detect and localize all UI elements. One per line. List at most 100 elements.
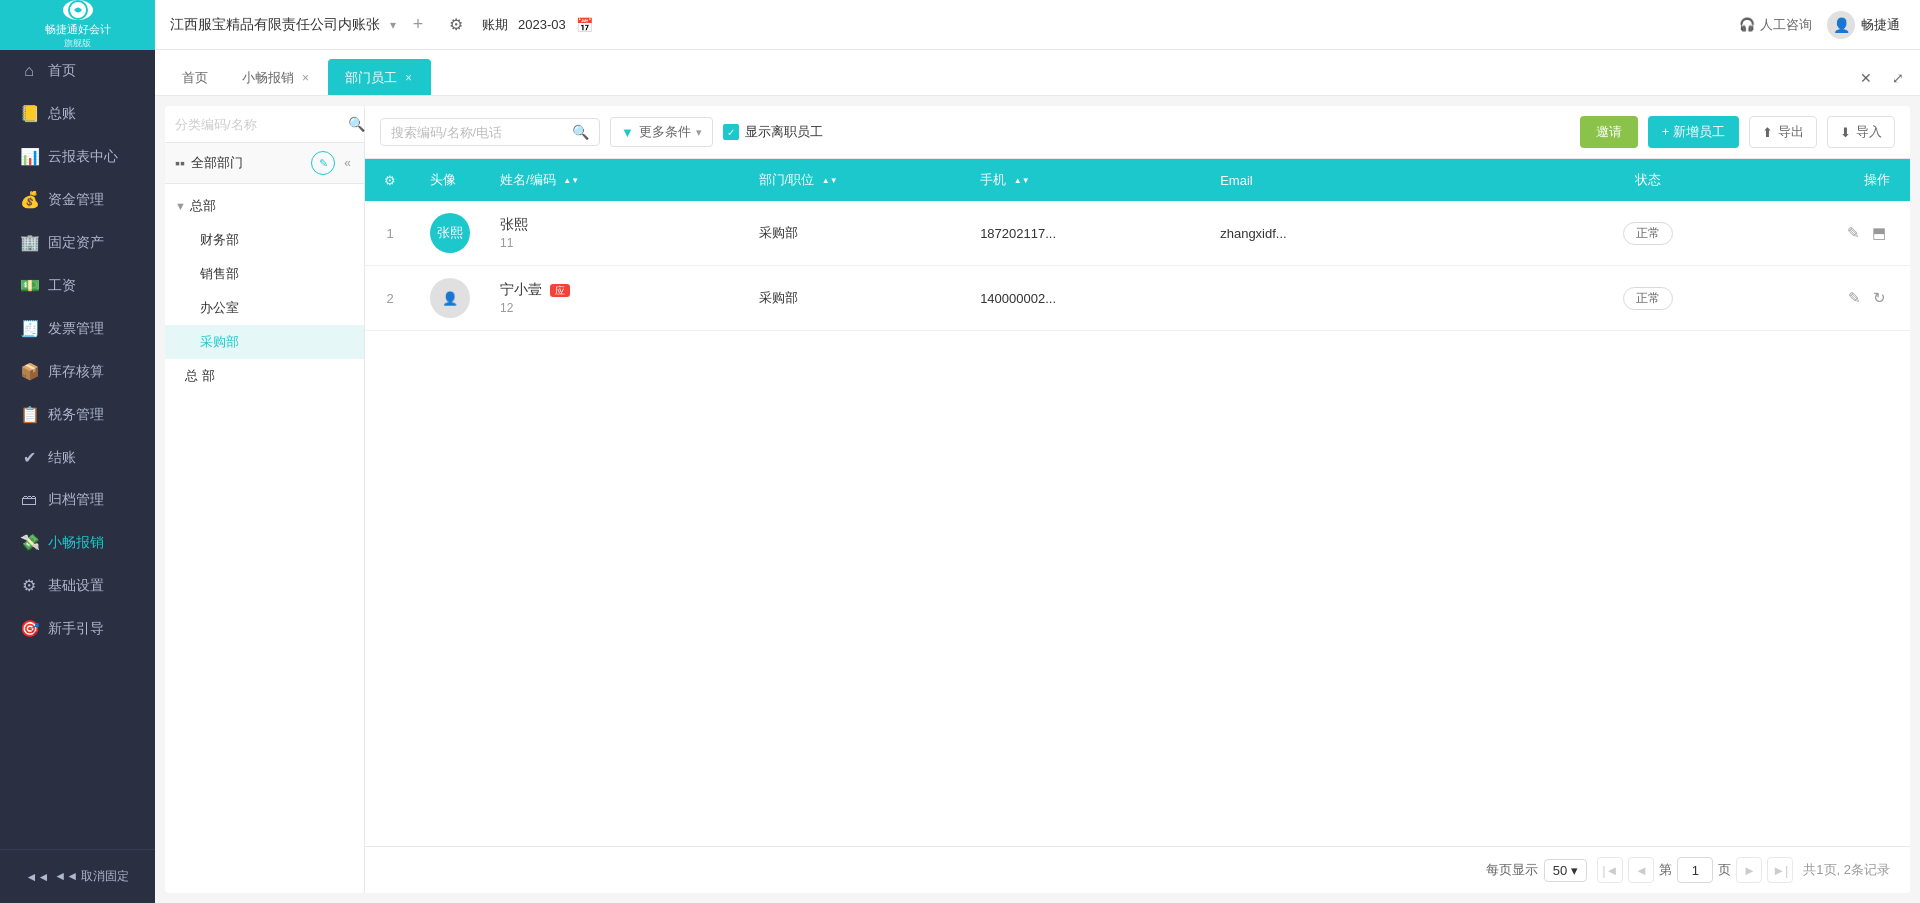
employee-name-text-2: 宁小壹 xyxy=(500,281,542,297)
close-tab-button[interactable]: ✕ xyxy=(1854,66,1878,90)
tab-dept-employees[interactable]: 部门员工 × xyxy=(328,59,431,95)
sidebar-item-payroll[interactable]: 💵 工资 xyxy=(0,264,155,307)
total-records: 共1页, 2条记录 xyxy=(1803,861,1890,879)
sidebar-item-invoice[interactable]: 🧾 发票管理 xyxy=(0,307,155,350)
tab-close-xiaochang[interactable]: × xyxy=(300,71,311,85)
prev-page-button[interactable]: ◄ xyxy=(1628,857,1654,883)
content-area: 首页 小畅报销 × 部门员工 × ✕ ⤢ 🔍 xyxy=(155,50,1920,903)
sidebar: ⌂ 首页 📒 总账 📊 云报表中心 💰 资金管理 🏢 固定资产 💵 工资 xyxy=(0,50,155,903)
th-avatar: 头像 xyxy=(415,159,485,201)
dept-node-office[interactable]: 办公室 xyxy=(165,291,364,325)
per-page-dropdown[interactable]: 50 ▾ xyxy=(1544,859,1587,882)
next-page-button[interactable]: ► xyxy=(1736,857,1762,883)
dept-node-finance[interactable]: 财务部 xyxy=(165,223,364,257)
sidebar-item-reports[interactable]: 📊 云报表中心 xyxy=(0,135,155,178)
user-info[interactable]: 👤 畅捷通 xyxy=(1827,11,1900,39)
sidebar-item-general-ledger[interactable]: 📒 总账 xyxy=(0,92,155,135)
sidebar-item-archive[interactable]: 🗃 归档管理 xyxy=(0,479,155,521)
th-phone[interactable]: 手机 ▲▼ xyxy=(965,159,1205,201)
th-settings[interactable]: ⚙ xyxy=(365,159,415,201)
calendar-icon[interactable]: 📅 xyxy=(576,17,593,33)
sidebar-item-guide[interactable]: 🎯 新手引导 xyxy=(0,607,155,650)
employee-badge-2: 应 xyxy=(550,284,570,297)
settings-icon[interactable]: ⚙ xyxy=(440,9,472,41)
th-dept[interactable]: 部门/职位 ▲▼ xyxy=(744,159,966,201)
header-right: 🎧 人工咨询 👤 畅捷通 xyxy=(1739,11,1920,39)
sidebar-scroll: ⌂ 首页 📒 总账 📊 云报表中心 💰 资金管理 🏢 固定资产 💵 工资 xyxy=(0,50,155,849)
dept-search-input[interactable] xyxy=(175,117,343,132)
sidebar-item-settings[interactable]: ⚙ 基础设置 xyxy=(0,564,155,607)
search-input[interactable] xyxy=(391,125,566,140)
sidebar-item-xiaochang[interactable]: 💸 小畅报销 xyxy=(0,521,155,564)
user-avatar: 👤 xyxy=(1827,11,1855,39)
dept-search: 🔍 xyxy=(165,106,364,143)
show-resigned-checkbox[interactable]: ✓ 显示离职员工 xyxy=(723,123,823,141)
sidebar-item-fixed-assets[interactable]: 🏢 固定资产 xyxy=(0,221,155,264)
per-page-selector: 每页显示 50 ▾ xyxy=(1486,859,1587,882)
filter-button[interactable]: ▼ 更多条件 ▾ xyxy=(610,117,713,147)
dept-collapse-button[interactable]: « xyxy=(341,156,354,170)
dept-node-purchase[interactable]: 采购部 xyxy=(165,325,364,359)
last-page-button[interactable]: ►| xyxy=(1767,857,1793,883)
add-employee-button[interactable]: + 新增员工 xyxy=(1648,116,1739,148)
sort-name-icon: ▲▼ xyxy=(563,177,579,185)
search-box[interactable]: 🔍 xyxy=(380,118,600,146)
refresh-button-2[interactable]: ↻ xyxy=(1869,289,1890,306)
logo-text: 畅捷通好会计 xyxy=(45,22,111,37)
logo-sub: 旗舰版 xyxy=(64,37,91,50)
first-page-button[interactable]: |◄ xyxy=(1597,857,1623,883)
dept-node-label-office: 办公室 xyxy=(200,299,239,317)
export-label: 导出 xyxy=(1778,123,1804,141)
employee-table-container: ⚙ 头像 姓名/编码 ▲▼ 部门/职位 xyxy=(365,159,1910,846)
import-button[interactable]: ⬇ 导入 xyxy=(1827,116,1895,148)
add-employee-label: + 新增员工 xyxy=(1662,123,1725,141)
avatar-icon-2: 👤 xyxy=(442,291,458,306)
show-resigned-label: 显示离职员工 xyxy=(745,123,823,141)
avatar-icon: 👤 xyxy=(1833,17,1850,33)
sidebar-item-checkout[interactable]: ✔ 结账 xyxy=(0,436,155,479)
th-name-code[interactable]: 姓名/编码 ▲▼ xyxy=(485,159,744,201)
per-page-value: 50 xyxy=(1553,863,1567,878)
settings-sidebar-icon: ⚙ xyxy=(20,576,38,595)
edit-button-1[interactable]: ✎ xyxy=(1843,224,1864,241)
dept-node-general-hq[interactable]: 总 部 xyxy=(165,359,364,393)
dept-edit-button[interactable]: ✎ xyxy=(311,151,335,175)
logout-button-1[interactable]: ⬒ xyxy=(1868,224,1890,241)
sidebar-label-settings: 基础设置 xyxy=(48,577,104,595)
add-tab-button[interactable]: + xyxy=(406,13,430,37)
tab-home[interactable]: 首页 xyxy=(165,59,225,95)
sidebar-item-home[interactable]: ⌂ 首页 xyxy=(0,50,155,92)
avatar-2: 👤 xyxy=(430,278,470,318)
edit-button-2[interactable]: ✎ xyxy=(1844,289,1865,306)
expand-tab-button[interactable]: ⤢ xyxy=(1886,66,1910,90)
dropdown-arrow-icon[interactable]: ▾ xyxy=(390,18,396,32)
dept-node-label-sales: 销售部 xyxy=(200,265,239,283)
employee-name-2: 宁小壹 应 xyxy=(500,281,729,299)
sidebar-label-checkout: 结账 xyxy=(48,449,76,467)
dept-node-headquarters[interactable]: ▼ 总部 xyxy=(165,189,364,223)
customer-service-button[interactable]: 🎧 人工咨询 xyxy=(1739,16,1812,34)
dept-node-sales[interactable]: 销售部 xyxy=(165,257,364,291)
dept-all-label[interactable]: 全部部门 xyxy=(191,154,305,172)
export-button[interactable]: ⬆ 导出 xyxy=(1749,116,1817,148)
filter-icon: ▼ xyxy=(621,125,634,140)
td-email-2 xyxy=(1205,266,1537,331)
td-name-1: 张熙 11 xyxy=(485,201,744,266)
header-company: 江西服宝精品有限责任公司内账张 ▾ + ⚙ 账期 2023-03 📅 xyxy=(155,9,1739,41)
sidebar-item-finance[interactable]: 💰 资金管理 xyxy=(0,178,155,221)
tax-icon: 📋 xyxy=(20,405,38,424)
employees-page: 🔍 ▪▪ 全部部门 ✎ « ▼ 总部 财务部 xyxy=(165,106,1910,893)
sidebar-item-inventory[interactable]: 📦 库存核算 xyxy=(0,350,155,393)
export-icon: ⬆ xyxy=(1762,125,1773,140)
tab-close-dept[interactable]: × xyxy=(403,71,414,85)
invoice-icon: 🧾 xyxy=(20,319,38,338)
filter-label: 更多条件 xyxy=(639,123,691,141)
invite-button[interactable]: 邀请 xyxy=(1580,116,1638,148)
guide-icon: 🎯 xyxy=(20,619,38,638)
employee-code-2: 12 xyxy=(500,301,729,315)
tab-xiaochang-expense[interactable]: 小畅报销 × xyxy=(225,59,328,95)
dept-node-label-hq: 总 部 xyxy=(185,367,215,385)
pin-button[interactable]: ◄◄ ◄◄ 取消固定 xyxy=(0,860,155,893)
sidebar-item-tax[interactable]: 📋 税务管理 xyxy=(0,393,155,436)
page-input[interactable] xyxy=(1677,857,1713,883)
